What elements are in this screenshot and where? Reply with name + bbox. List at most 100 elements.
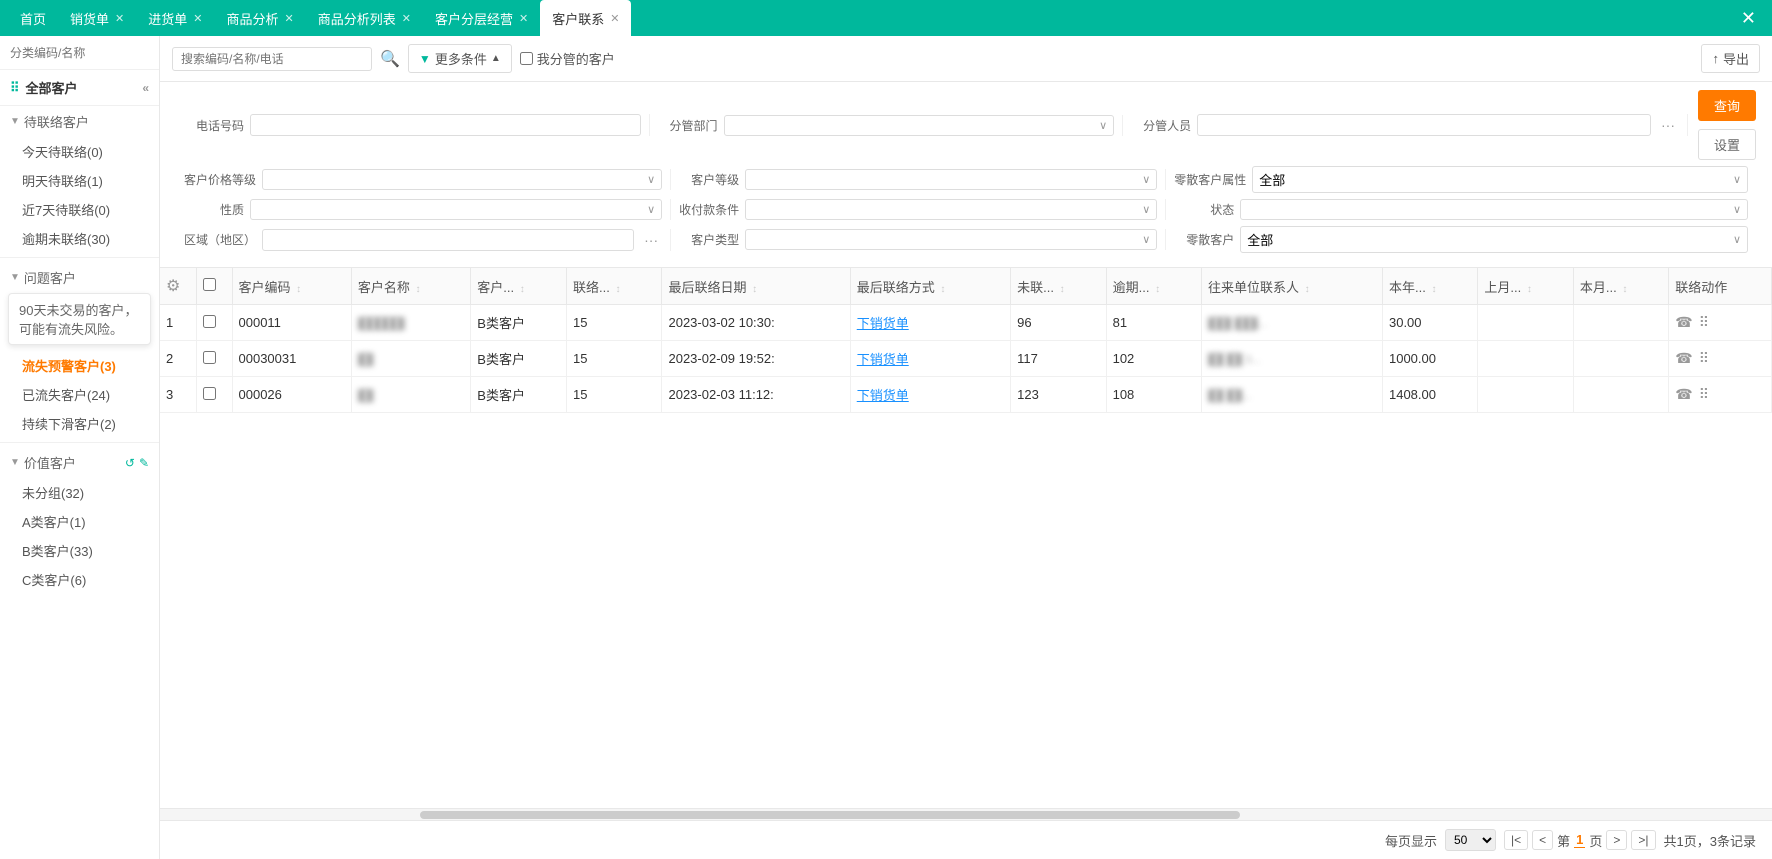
row-checkbox[interactable] xyxy=(196,341,232,377)
close-icon[interactable]: ✕ xyxy=(610,12,619,25)
customer-type-select[interactable]: ∨ xyxy=(745,229,1157,250)
first-page-button[interactable]: |< xyxy=(1504,830,1528,850)
tab-bar: 首页 销货单 ✕ 进货单 ✕ 商品分析 ✕ 商品分析列表 ✕ 客户分层经营 ✕ … xyxy=(0,0,1772,36)
row-name: ██ xyxy=(351,377,470,413)
close-icon[interactable]: ✕ xyxy=(115,12,124,25)
sidebar-item-a-class[interactable]: A类客户(1) xyxy=(0,507,159,536)
sidebar-item-tomorrow-pending[interactable]: 明天待联络(1) xyxy=(0,166,159,195)
contact-icon[interactable]: ☎ xyxy=(1675,314,1692,331)
more-icon[interactable]: ··· xyxy=(1657,117,1679,133)
row-last-month xyxy=(1478,305,1573,341)
th-checkbox xyxy=(196,268,232,305)
scrollbar-thumb[interactable] xyxy=(420,811,1240,819)
sidebar-all-customers[interactable]: ⠿ 全部客户 « xyxy=(0,70,159,106)
filter-search-input[interactable] xyxy=(172,47,372,71)
row-name: ██ xyxy=(351,341,470,377)
next-page-button[interactable]: > xyxy=(1606,830,1627,850)
status-select[interactable]: ∨ xyxy=(1240,199,1748,220)
tab-customer-contact[interactable]: 客户联系 ✕ xyxy=(540,0,631,36)
sidebar-item-overdue-contact[interactable]: 逾期未联络(30) xyxy=(0,224,159,253)
contact-icon[interactable]: ☎ xyxy=(1675,350,1692,367)
prev-page-button[interactable]: < xyxy=(1532,830,1553,850)
sort-icon[interactable]: ↕ xyxy=(520,284,525,295)
row-type: B类客户 xyxy=(471,305,567,341)
last-page-button[interactable]: >| xyxy=(1631,830,1655,850)
sidebar-item-declining[interactable]: 持续下滑客户(2) xyxy=(0,409,159,438)
sidebar-item-ungrouped[interactable]: 未分组(32) xyxy=(0,478,159,507)
contact-icon[interactable]: ☎ xyxy=(1675,386,1692,403)
more-conditions-button[interactable]: ▼ 更多条件 ▲ xyxy=(408,44,512,73)
sort-icon[interactable]: ↕ xyxy=(296,284,301,295)
sidebar-group-pending[interactable]: ▼ 待联络客户 xyxy=(0,106,159,137)
query-button[interactable]: 查询 xyxy=(1698,90,1756,121)
row-last-contact-way[interactable]: 下销货单 xyxy=(850,377,1010,413)
sidebar-item-churn-warning[interactable]: 流失预警客户(3) xyxy=(0,351,159,380)
more-action-icon[interactable]: ⠿ xyxy=(1699,386,1709,403)
export-button[interactable]: ↑ 导出 xyxy=(1701,44,1760,73)
search-button-icon[interactable]: 🔍 xyxy=(380,49,400,69)
my-customers-checkbox[interactable] xyxy=(520,52,533,65)
sidebar-group-problem[interactable]: ▼ 问题客户 xyxy=(0,262,159,293)
close-icon[interactable]: ✕ xyxy=(193,12,202,25)
sort-icon[interactable]: ↕ xyxy=(1431,284,1436,295)
close-icon[interactable]: ✕ xyxy=(402,12,411,25)
close-icon[interactable]: ✕ xyxy=(285,12,294,25)
nature-select[interactable]: ∨ xyxy=(250,199,662,220)
refresh-icon[interactable]: ↺ xyxy=(125,456,135,470)
region-input[interactable] xyxy=(262,229,634,251)
sidebar-item-b-class[interactable]: B类客户(33) xyxy=(0,536,159,565)
sort-icon[interactable]: ↕ xyxy=(752,284,757,295)
table-footer: 每页显示 50 20 100 |< < 第 1 页 > >| 共1页，3条记录 xyxy=(160,820,1772,859)
price-level-select[interactable]: ∨ xyxy=(262,169,662,190)
window-close-button[interactable]: ✕ xyxy=(1733,8,1764,29)
sidebar-item-week-pending[interactable]: 近7天待联络(0) xyxy=(0,195,159,224)
more-action-icon[interactable]: ⠿ xyxy=(1699,314,1709,331)
row-checkbox[interactable] xyxy=(196,377,232,413)
row-code: 00030031 xyxy=(232,341,351,377)
th-this-year: 本年... ↕ xyxy=(1382,268,1477,305)
tab-home[interactable]: 首页 xyxy=(8,0,58,36)
sidebar-item-c-class[interactable]: C类客户(6) xyxy=(0,565,159,594)
sidebar-group-value[interactable]: ▼ 价值客户 ↺ ✎ xyxy=(0,447,159,478)
manager-input[interactable] xyxy=(1197,114,1651,136)
data-table-container: ⚙ 客户编码 ↕ 客户名称 ↕ xyxy=(160,268,1772,808)
tab-customer-tier[interactable]: 客户分层经营 ✕ xyxy=(423,0,540,36)
row-last-contact-way[interactable]: 下销货单 xyxy=(850,305,1010,341)
sort-icon[interactable]: ↕ xyxy=(940,284,945,295)
tab-purchase[interactable]: 进货单 ✕ xyxy=(136,0,214,36)
chevron-left-icon[interactable]: « xyxy=(142,81,149,95)
sort-icon[interactable]: ↕ xyxy=(416,284,421,295)
close-icon[interactable]: ✕ xyxy=(519,12,528,25)
payment-select[interactable]: ∨ xyxy=(745,199,1157,220)
tab-product-analysis-list[interactable]: 商品分析列表 ✕ xyxy=(306,0,423,36)
sort-icon[interactable]: ↕ xyxy=(1305,284,1310,295)
zero-attr-select[interactable]: 全部 ∨ xyxy=(1252,166,1748,193)
tooltip-churn-risk: 90天未交易的客户，可能有流失风险。 xyxy=(8,293,151,345)
horizontal-scrollbar[interactable] xyxy=(160,808,1772,820)
department-select[interactable]: ∨ xyxy=(724,115,1115,136)
zero-customer-select[interactable]: 全部 ∨ xyxy=(1240,226,1748,253)
tab-product-analysis[interactable]: 商品分析 ✕ xyxy=(214,0,305,36)
edit-icon[interactable]: ✎ xyxy=(139,456,149,470)
sort-icon[interactable]: ↕ xyxy=(1060,284,1065,295)
settings-icon[interactable]: ⚙ xyxy=(166,278,180,295)
sidebar-item-today-pending[interactable]: 今天待联络(0) xyxy=(0,137,159,166)
setting-button[interactable]: 设置 xyxy=(1698,129,1756,160)
row-last-contact-way[interactable]: 下销货单 xyxy=(850,341,1010,377)
select-all-checkbox[interactable] xyxy=(203,278,216,291)
row-checkbox[interactable] xyxy=(196,305,232,341)
chevron-down-icon: ∨ xyxy=(1099,119,1107,132)
sidebar-item-churned[interactable]: 已流失客户(24) xyxy=(0,380,159,409)
more-region-icon[interactable]: ··· xyxy=(640,232,662,248)
sort-icon[interactable]: ↕ xyxy=(1155,284,1160,295)
sort-icon[interactable]: ↕ xyxy=(1527,284,1532,295)
my-customers-filter[interactable]: 我分管的客户 xyxy=(520,49,615,68)
customer-level-select[interactable]: ∨ xyxy=(745,169,1157,190)
sort-icon[interactable]: ↕ xyxy=(616,284,621,295)
tab-sales[interactable]: 销货单 ✕ xyxy=(58,0,136,36)
more-action-icon[interactable]: ⠿ xyxy=(1699,350,1709,367)
sort-icon[interactable]: ↕ xyxy=(1622,284,1627,295)
phone-input[interactable] xyxy=(250,114,641,136)
sidebar-search-input[interactable] xyxy=(10,46,160,60)
per-page-select[interactable]: 50 20 100 xyxy=(1445,829,1496,851)
